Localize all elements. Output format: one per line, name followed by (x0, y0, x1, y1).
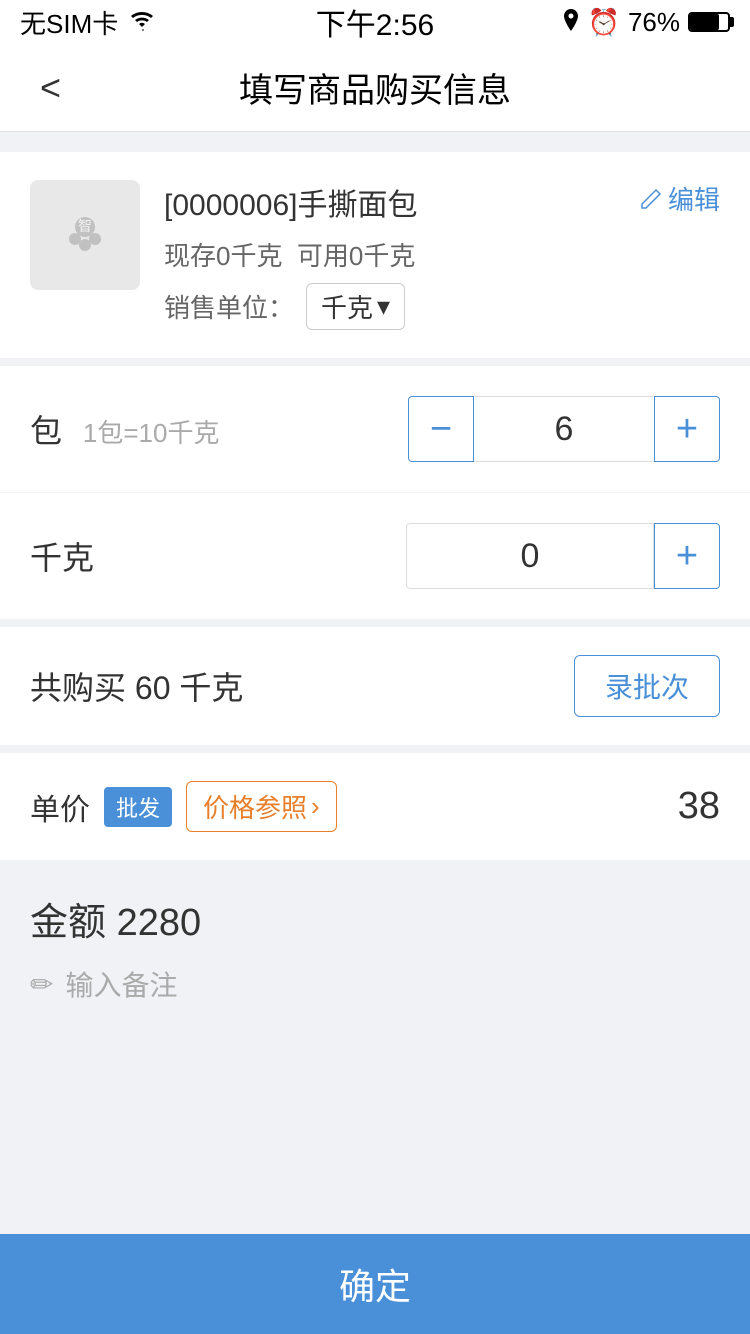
wifi-icon (128, 7, 156, 38)
status-bar-left: 无SIM卡 (20, 4, 156, 41)
bag-hint: 1包=10千克 (83, 418, 220, 448)
product-unit-row: 销售单位： 千克 ▾ (164, 283, 720, 330)
status-bar: 无SIM卡 下午2:56 ⏰ 76% (0, 0, 750, 44)
alarm-icon: ⏰ (588, 7, 620, 38)
total-text: 共购买 60 千克 (30, 663, 243, 709)
product-image: 智 (30, 180, 140, 290)
price-section: 单价 批发 价格参照 › 38 (0, 753, 750, 861)
kg-quantity-input[interactable] (406, 523, 654, 589)
price-value: 38 (678, 785, 720, 828)
product-card: 智 [0000006]手撕面包 编辑 现存0千克 可用0千克 销售单位： 千克 … (0, 152, 750, 366)
page-title: 填写商品购买信息 (239, 63, 511, 112)
battery-icon (688, 12, 730, 32)
total-row: 共购买 60 千克 录批次 (0, 627, 750, 753)
quantity-section: 包 1包=10千克 − + 千克 + (0, 366, 750, 627)
bag-quantity-input[interactable] (474, 396, 654, 462)
location-icon (562, 7, 580, 38)
price-label: 单价 (30, 785, 90, 829)
nav-bar: < 填写商品购买信息 (0, 44, 750, 132)
edit-button[interactable]: 编辑 (640, 180, 720, 217)
battery-percent: 76% (628, 7, 680, 38)
bag-label: 包 1包=10千克 (30, 406, 408, 452)
pencil-icon: ✏ (30, 968, 53, 1001)
product-info: [0000006]手撕面包 编辑 现存0千克 可用0千克 销售单位： 千克 ▾ (164, 180, 720, 330)
amount-value: 2280 (117, 902, 202, 944)
price-tag-pifa: 批发 (104, 787, 172, 827)
price-ref-button[interactable]: 价格参照 › (186, 781, 337, 832)
chevron-down-icon: ▾ (377, 291, 390, 322)
price-label-row: 单价 批发 价格参照 › (30, 781, 337, 832)
total-amount: 60 (135, 670, 171, 706)
status-bar-time: 下午2:56 (316, 0, 434, 44)
remark-row[interactable]: ✏ 输入备注 (30, 964, 720, 1004)
bag-quantity-control: − + (408, 396, 720, 462)
amount-section: 金额 2280 ✏ 输入备注 (0, 861, 750, 1024)
kg-quantity-control: + (406, 523, 720, 589)
bag-minus-button[interactable]: − (408, 396, 474, 462)
batch-button[interactable]: 录批次 (574, 655, 720, 717)
unit-dropdown[interactable]: 千克 ▾ (306, 283, 405, 330)
product-stock: 现存0千克 可用0千克 (164, 236, 720, 273)
price-ref-arrow: › (311, 791, 320, 822)
svg-text:智: 智 (78, 218, 92, 234)
bag-plus-button[interactable]: + (654, 396, 720, 462)
back-button[interactable]: < (30, 57, 71, 119)
bag-quantity-row: 包 1包=10千克 − + (0, 366, 750, 493)
kg-label: 千克 (30, 533, 406, 579)
carrier-text: 无SIM卡 (20, 4, 118, 41)
remark-placeholder: 输入备注 (65, 964, 177, 1004)
kg-plus-button[interactable]: + (654, 523, 720, 589)
amount-display: 金额 2280 (30, 891, 720, 946)
confirm-button[interactable]: 确定 (0, 1234, 750, 1334)
kg-quantity-row: 千克 + (0, 493, 750, 627)
status-bar-right: ⏰ 76% (562, 7, 730, 38)
product-name: [0000006]手撕面包 (164, 180, 417, 224)
